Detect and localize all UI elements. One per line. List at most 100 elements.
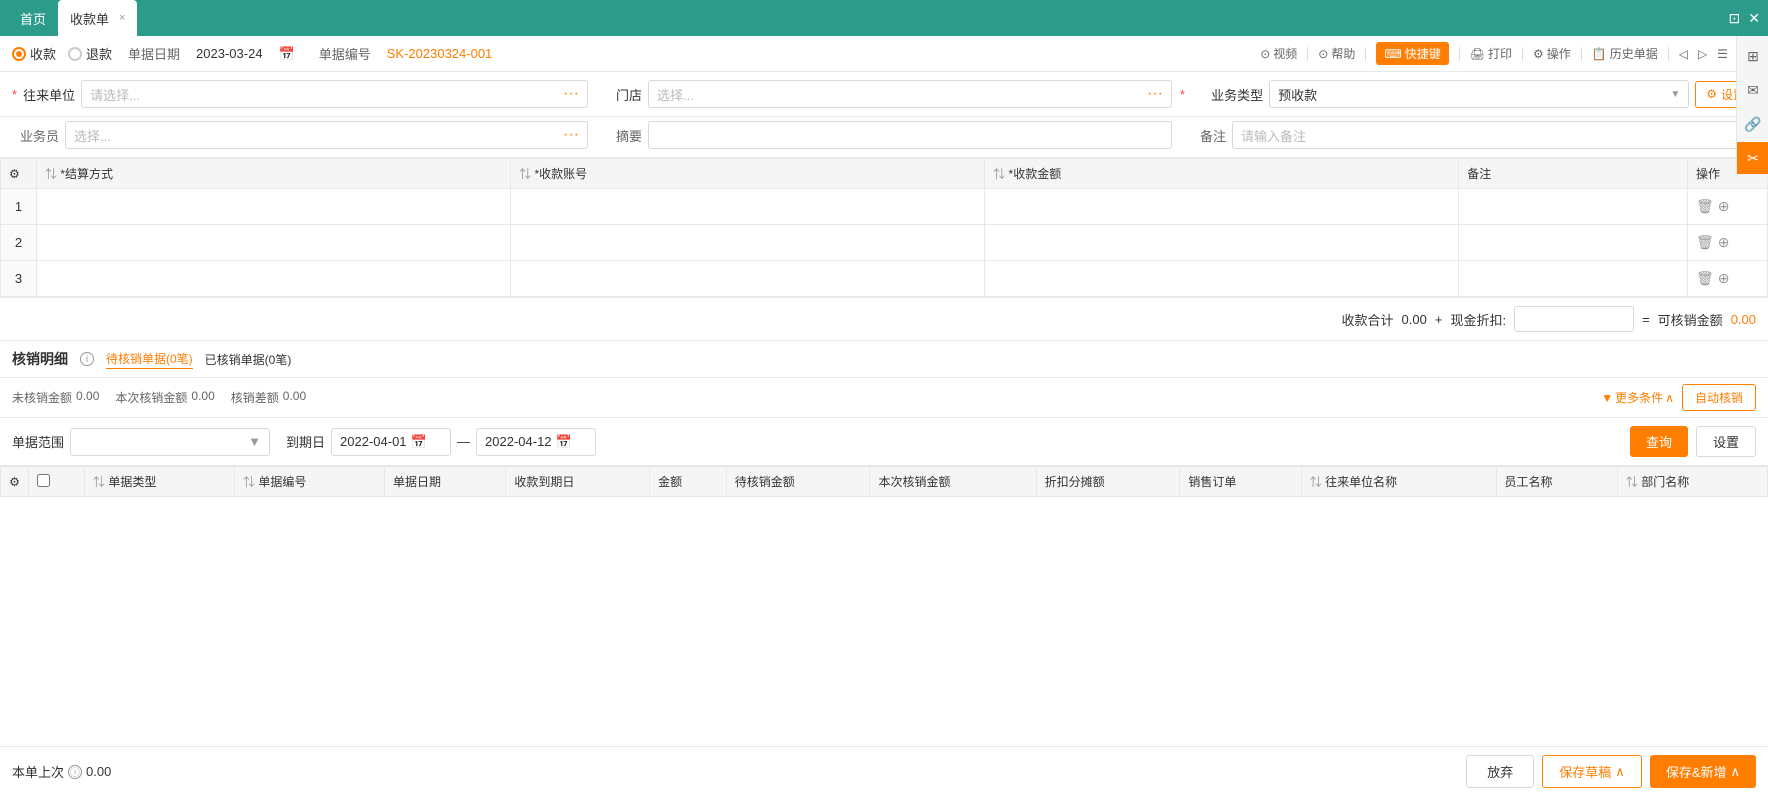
cell-account-3[interactable]	[511, 261, 985, 297]
sidebar-mail-icon[interactable]: ✉	[1737, 74, 1768, 106]
window-expand-icon[interactable]: ⊡	[1729, 10, 1741, 27]
col-gear[interactable]: ⚙	[1, 159, 37, 189]
cell-account-1[interactable]	[511, 189, 985, 225]
copy-row-1-icon[interactable]: ⊕	[1718, 198, 1730, 215]
tab-shoukuan[interactable]: 收款单 ×	[58, 0, 137, 36]
summary-value3: 0.00	[1731, 312, 1756, 327]
filter-settings-btn[interactable]: 设置	[1696, 426, 1756, 457]
counterpart-more-icon[interactable]: ···	[563, 86, 579, 102]
settings-col2-icon[interactable]: ⚙	[9, 475, 20, 489]
salesperson-input[interactable]: 选择... ···	[65, 121, 588, 149]
date-to-input[interactable]: 2022-04-12 📅	[476, 428, 596, 456]
filter-right: 查询 设置	[1630, 426, 1756, 457]
sidebar-table-icon[interactable]: ⊞	[1737, 40, 1768, 72]
sidebar-screenshot-icon[interactable]: ✂	[1737, 142, 1768, 174]
cell-remark-3[interactable]	[1459, 261, 1688, 297]
filter-icon: ▼	[1601, 391, 1613, 405]
done-tab[interactable]: 已核销单据(0笔)	[205, 351, 292, 368]
history-icon: 📋	[1592, 47, 1607, 61]
delete-row-3-icon[interactable]: 🗑	[1696, 270, 1714, 287]
summary-input[interactable]	[648, 121, 1172, 149]
date-from-value: 2022-04-01	[340, 434, 407, 449]
query-btn[interactable]: 查询	[1630, 426, 1688, 457]
toolbar-video[interactable]: ⊙ 视频	[1260, 45, 1297, 62]
salesperson-label: 业务员	[20, 126, 59, 145]
toolbar-video-label: 视频	[1273, 45, 1297, 62]
cell-settlement-2[interactable]	[37, 225, 511, 261]
col-account-label: *收款账号	[534, 167, 587, 181]
diff-stat: 核销差额 0.00	[231, 389, 306, 406]
cell-settlement-3[interactable]	[37, 261, 511, 297]
business-type-select[interactable]: 预收款 ▼	[1269, 80, 1689, 108]
dropdown-arrow-icon: ▼	[1670, 89, 1680, 100]
copy-row-2-icon[interactable]: ⊕	[1718, 234, 1730, 251]
cell-amount-3[interactable]	[985, 261, 1459, 297]
col-doc-type: ⇅ 单据类型	[85, 467, 235, 497]
cell-amount-2[interactable]	[985, 225, 1459, 261]
calendar-icon[interactable]: 📅	[279, 46, 295, 62]
delete-row-2-icon[interactable]: 🗑	[1696, 234, 1714, 251]
cell-settlement-1[interactable]	[37, 189, 511, 225]
col-remark: 备注	[1459, 159, 1688, 189]
ops-icon: ⚙	[1533, 47, 1544, 61]
footer-info-icon[interactable]: ⓘ	[68, 765, 82, 779]
nav-left-icon[interactable]: ◁	[1679, 47, 1688, 61]
sort-icon2: ⇅	[519, 167, 531, 181]
list-view-icon[interactable]: ☰	[1717, 47, 1728, 61]
save-new-btn[interactable]: 保存&新增 ∧	[1650, 755, 1756, 788]
cell-remark-2[interactable]	[1459, 225, 1688, 261]
toolbar-shortcut[interactable]: ⌨ 快捷键	[1376, 42, 1448, 65]
col-department: ⇅ 部门名称	[1617, 467, 1767, 497]
help-icon: ⊙	[1318, 47, 1328, 61]
unchecked-label: 未核销金额	[12, 389, 72, 406]
col-checkbox[interactable]: ⚙	[1, 467, 29, 497]
window-close-icon[interactable]: ✕	[1748, 10, 1760, 27]
salesperson-more-icon[interactable]: ···	[563, 127, 579, 143]
verify-section: 核销明细 i 待核销单据(0笔) 已核销单据(0笔) 未核销金额 0.00 本次…	[0, 341, 1768, 746]
col-checkbox2[interactable]	[29, 467, 85, 497]
date-from-input[interactable]: 2022-04-01 📅	[331, 428, 451, 456]
delete-row-1-icon[interactable]: 🗑	[1696, 198, 1714, 215]
col-settlement-label: *结算方式	[60, 167, 113, 181]
bottom-table-container: ⚙ ⇅ 单据类型 ⇅ 单据编号	[0, 466, 1768, 497]
sort-icon: ⇅	[45, 167, 57, 181]
tab-bar-right: ⊡ ✕	[1729, 10, 1760, 27]
verify-info-icon[interactable]: i	[80, 352, 94, 366]
copy-row-3-icon[interactable]: ⊕	[1718, 270, 1730, 287]
radio-tuikuan[interactable]: 退款	[68, 44, 112, 63]
right-sidebar: ⊞ ✉ 🔗 ✂	[1736, 36, 1768, 178]
cell-amount-1[interactable]	[985, 189, 1459, 225]
remark-input[interactable]: 请输入备注	[1232, 121, 1756, 149]
toolbar-ops[interactable]: ⚙ 操作	[1533, 45, 1571, 62]
tab-home[interactable]: 首页	[8, 0, 58, 36]
save-draft-label: 保存草稿	[1559, 762, 1611, 781]
summary-value1: 0.00	[1402, 312, 1427, 327]
select-all-checkbox[interactable]	[37, 474, 50, 487]
store-more-icon[interactable]: ···	[1147, 86, 1163, 102]
save-draft-btn[interactable]: 保存草稿 ∧	[1542, 755, 1642, 788]
cell-remark-1[interactable]	[1459, 189, 1688, 225]
toolbar-history[interactable]: 📋 历史单据	[1592, 45, 1658, 62]
radio-shoukuan[interactable]: 收款	[12, 44, 56, 63]
gear-icon: ⚙	[1706, 87, 1717, 101]
auto-verify-btn[interactable]: 自动核销	[1682, 384, 1756, 411]
more-conditions-btn[interactable]: ▼ 更多条件 ∧	[1601, 389, 1674, 406]
toolbar-help[interactable]: ⊙ 帮助	[1318, 45, 1355, 62]
cell-action-2: 🗑 ⊕	[1688, 225, 1768, 261]
sidebar-attachment-icon[interactable]: 🔗	[1737, 108, 1768, 140]
nav-right-icon[interactable]: ▷	[1698, 47, 1707, 61]
verify-stats: 未核销金额 0.00 本次核销金额 0.00 核销差额 0.00 ▼ 更多条件 …	[0, 378, 1768, 418]
range-select[interactable]: ▼	[70, 428, 270, 456]
cell-account-2[interactable]	[511, 225, 985, 261]
store-input[interactable]: 选择... ···	[648, 80, 1172, 108]
cash-discount-input[interactable]	[1514, 306, 1634, 332]
current-label: 本次核销金额	[115, 389, 187, 406]
tab-close-icon[interactable]: ×	[119, 12, 125, 24]
more-conditions-label: 更多条件	[1615, 389, 1663, 406]
toolbar-print[interactable]: 🖨 打印	[1470, 45, 1512, 62]
due-date-label: 到期日	[286, 432, 325, 451]
abandon-btn[interactable]: 放弃	[1466, 755, 1534, 788]
counterpart-input[interactable]: 请选择... ···	[81, 80, 588, 108]
counterpart-placeholder: 请选择...	[90, 85, 140, 104]
pending-tab[interactable]: 待核销单据(0笔)	[106, 350, 193, 369]
